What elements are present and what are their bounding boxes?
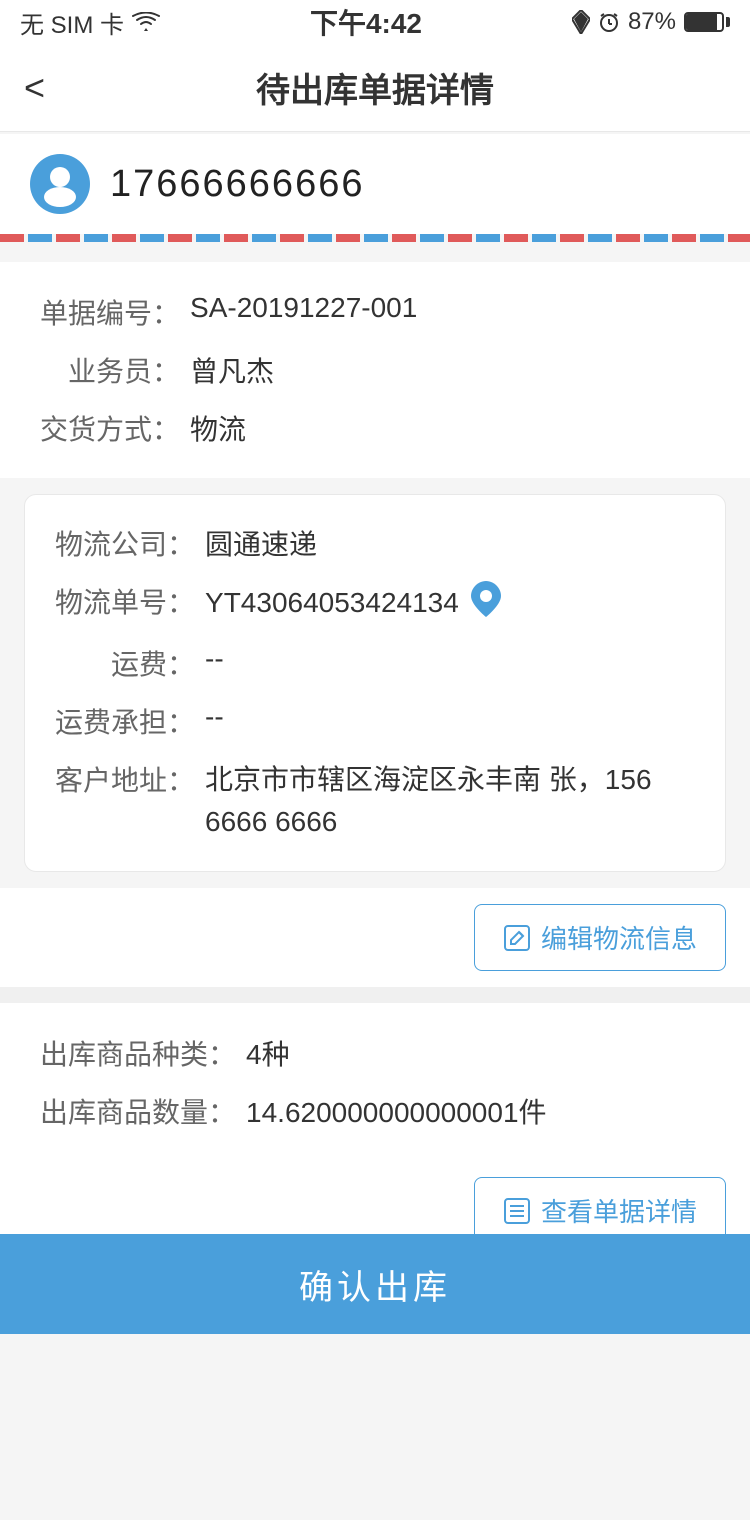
edit-btn-label: 编辑物流信息	[541, 919, 697, 956]
page-title: 待出库单据详情	[256, 63, 494, 112]
list-icon	[503, 1197, 531, 1225]
doc-no-label: 单据编号：	[40, 292, 180, 332]
battery-indicator	[684, 12, 730, 32]
freight-value: --	[205, 643, 695, 675]
edit-logistics-button[interactable]: 编辑物流信息	[474, 904, 726, 971]
back-button[interactable]: <	[24, 67, 45, 109]
staff-label: 业务员：	[40, 350, 180, 390]
freight-label: 运费：	[55, 643, 195, 683]
confirm-btn-label: 确认出库	[299, 1260, 451, 1309]
goods-type-label: 出库商品种类：	[40, 1033, 236, 1073]
staff-row: 业务员： 曾凡杰	[40, 350, 710, 390]
doc-no-value: SA-20191227-001	[190, 292, 710, 324]
edit-btn-row: 编辑物流信息	[0, 888, 750, 987]
nav-bar: < 待出库单据详情	[0, 44, 750, 132]
status-bar: 无 SIM 卡 下午4:42 87%	[0, 0, 750, 44]
logistics-company-value: 圆通速递	[205, 523, 695, 563]
carrier-text: 无 SIM 卡	[20, 5, 124, 40]
status-left: 无 SIM 卡	[20, 5, 160, 40]
goods-type-row: 出库商品种类： 4种	[40, 1033, 710, 1073]
address-value: 北京市市辖区海淀区永丰南 张，156 6666 6666	[205, 759, 695, 843]
status-time: 下午4:42	[310, 2, 422, 42]
status-right: 87%	[572, 8, 730, 36]
logistics-company-label: 物流公司：	[55, 523, 195, 563]
location-status-icon	[572, 10, 590, 34]
dashed-divider	[0, 234, 750, 242]
freight-bearer-value: --	[205, 701, 695, 733]
delivery-label: 交货方式：	[40, 408, 180, 448]
freight-row: 运费： --	[55, 643, 695, 683]
logistics-tracking-label: 物流单号：	[55, 581, 195, 621]
wifi-icon	[132, 12, 160, 32]
logistics-card: 物流公司： 圆通速递 物流单号： YT43064053424134 运费： --…	[24, 494, 726, 872]
goods-quantity-row: 出库商品数量： 14.620000000000001件	[40, 1091, 710, 1131]
logistics-tracking-row: 物流单号： YT43064053424134	[55, 581, 695, 625]
doc-info-section: 单据编号： SA-20191227-001 业务员： 曾凡杰 交货方式： 物流	[0, 262, 750, 478]
alarm-icon	[598, 11, 620, 33]
address-row: 客户地址： 北京市市辖区海淀区永丰南 张，156 6666 6666	[55, 759, 695, 843]
goods-section: 出库商品种类： 4种 出库商品数量： 14.620000000000001件	[0, 1003, 750, 1161]
delivery-row: 交货方式： 物流	[40, 408, 710, 448]
user-header: 17666666666	[0, 134, 750, 234]
logistics-tracking-value: YT43064053424134	[205, 581, 695, 625]
avatar-icon	[35, 159, 85, 209]
goods-quantity-value: 14.620000000000001件	[246, 1091, 547, 1131]
freight-bearer-row: 运费承担： --	[55, 701, 695, 741]
avatar	[30, 154, 90, 214]
confirm-outbound-button[interactable]: 确认出库	[0, 1234, 750, 1334]
battery-percent: 87%	[628, 8, 676, 36]
delivery-value: 物流	[190, 408, 710, 448]
logistics-company-row: 物流公司： 圆通速递	[55, 523, 695, 563]
address-label: 客户地址：	[55, 759, 195, 799]
edit-icon	[503, 924, 531, 952]
user-phone: 17666666666	[110, 163, 364, 206]
freight-bearer-label: 运费承担：	[55, 701, 195, 741]
goods-type-value: 4种	[246, 1033, 290, 1073]
doc-no-row: 单据编号： SA-20191227-001	[40, 292, 710, 332]
staff-value: 曾凡杰	[190, 350, 710, 390]
view-btn-label: 查看单据详情	[541, 1192, 697, 1229]
goods-quantity-label: 出库商品数量：	[40, 1091, 236, 1131]
tracking-location-icon[interactable]	[471, 581, 501, 625]
section-divider	[0, 987, 750, 1003]
